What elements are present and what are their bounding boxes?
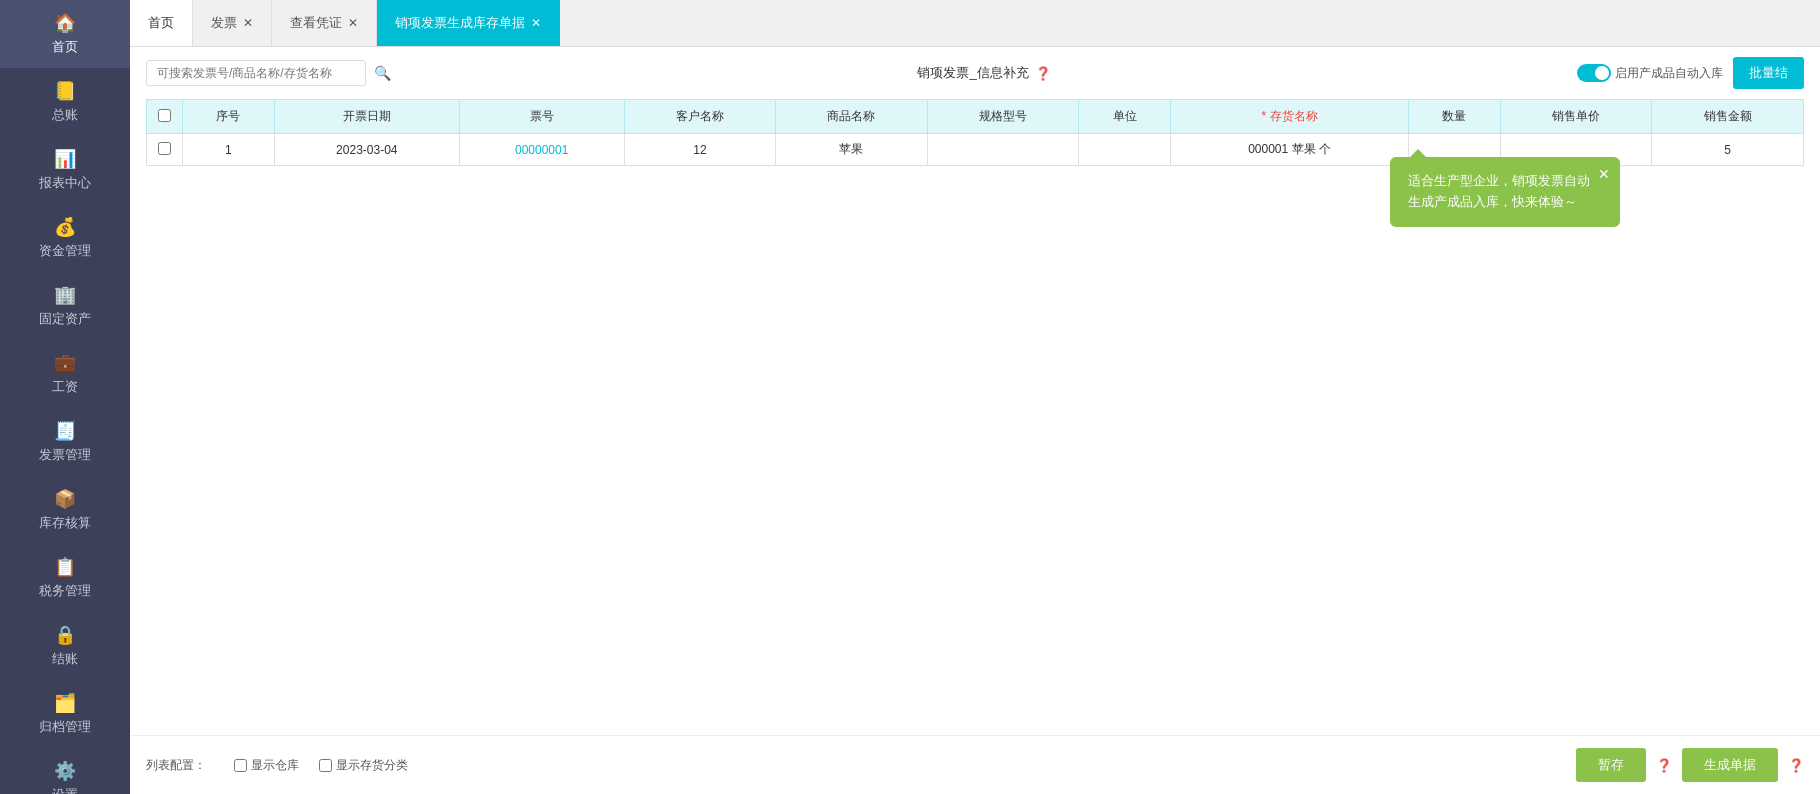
- row-unit: [1079, 134, 1171, 166]
- tooltip-popup: ✕ 适合生产型企业，销项发票自动生成产成品入库，快来体验～: [1390, 157, 1620, 227]
- tab-home[interactable]: 首页: [130, 0, 193, 46]
- sidebar-item-invoice[interactable]: 🧾 发票管理: [0, 408, 130, 476]
- row-amount: 5: [1652, 134, 1804, 166]
- tab-invoice[interactable]: 发票 ✕: [193, 0, 272, 46]
- header-qty: 数量: [1408, 100, 1500, 134]
- home-icon: 🏠: [54, 12, 76, 34]
- tab-voucher[interactable]: 查看凭证 ✕: [272, 0, 377, 46]
- row-date: 2023-03-04: [274, 134, 459, 166]
- sidebar-item-tax[interactable]: 📋 税务管理: [0, 544, 130, 612]
- tab-bar: 首页 发票 ✕ 查看凭证 ✕ 销项发票生成库存单据 ✕: [130, 0, 1820, 47]
- bottom-bar: 列表配置： 显示仓库 显示存货分类 暂存 ❓ 生成单据 ❓: [130, 735, 1820, 794]
- header-amount: 销售金额: [1652, 100, 1804, 134]
- show-warehouse-checkbox[interactable]: [234, 759, 247, 772]
- header-unit: 单位: [1079, 100, 1171, 134]
- row-ticket-no[interactable]: 00000001: [459, 134, 624, 166]
- row-stock-name: 000001 苹果 个: [1171, 134, 1409, 166]
- header-ticket-no: 票号: [459, 100, 624, 134]
- tooltip-close-icon[interactable]: ✕: [1598, 163, 1610, 185]
- tax-icon: 📋: [54, 556, 76, 578]
- row-checkbox[interactable]: [158, 142, 171, 155]
- tab-cancel-invoice-close-icon[interactable]: ✕: [531, 16, 541, 30]
- sidebar-item-ledger[interactable]: 📒 总账: [0, 68, 130, 136]
- sidebar-item-report[interactable]: 📊 报表中心: [0, 136, 130, 204]
- show-warehouse-checkbox-label[interactable]: 显示仓库: [234, 757, 299, 774]
- header-stock-name: * 存货名称: [1171, 100, 1409, 134]
- auto-stock-toggle[interactable]: [1577, 64, 1611, 82]
- bottom-actions: 暂存 ❓ 生成单据 ❓: [1576, 748, 1804, 782]
- header-customer: 客户名称: [624, 100, 776, 134]
- toolbar: 🔍 销项发票_信息补充 ❓ 启用产成品自动入库 批量结: [130, 47, 1820, 99]
- invoice-icon: 🧾: [54, 420, 76, 442]
- assets-icon: 🏢: [54, 284, 76, 306]
- toolbar-left: 🔍: [146, 60, 391, 86]
- row-checkbox-cell: [147, 134, 183, 166]
- funds-icon: 💰: [54, 216, 76, 238]
- sidebar-item-home[interactable]: 🏠 首页: [0, 0, 130, 68]
- ledger-icon: 📒: [54, 80, 76, 102]
- close-acct-icon: 🔒: [54, 624, 76, 646]
- row-goods: 苹果: [776, 134, 928, 166]
- sidebar-item-settings[interactable]: ⚙️ 设置: [0, 748, 130, 794]
- header-goods: 商品名称: [776, 100, 928, 134]
- data-table: 序号 开票日期 票号 客户名称 商品名称 规格型号 单位 * 存货名称 数量 销…: [146, 99, 1804, 166]
- page-content: 🔍 销项发票_信息补充 ❓ 启用产成品自动入库 批量结: [130, 47, 1820, 794]
- tab-voucher-close-icon[interactable]: ✕: [348, 16, 358, 30]
- sidebar-item-assets[interactable]: 🏢 固定资产: [0, 272, 130, 340]
- search-input[interactable]: [146, 60, 366, 86]
- show-category-checkbox-label[interactable]: 显示存货分类: [319, 757, 408, 774]
- row-seq: 1: [183, 134, 275, 166]
- toolbar-right: 启用产成品自动入库 批量结: [1577, 57, 1804, 89]
- select-all-checkbox[interactable]: [158, 109, 171, 122]
- settings-icon: ⚙️: [54, 760, 76, 782]
- sidebar-item-stock[interactable]: 📦 库存核算: [0, 476, 130, 544]
- row-spec: [927, 134, 1079, 166]
- header-date: 开票日期: [274, 100, 459, 134]
- batch-button[interactable]: 批量结: [1733, 57, 1804, 89]
- tab-invoice-close-icon[interactable]: ✕: [243, 16, 253, 30]
- table-header-row: 序号 开票日期 票号 客户名称 商品名称 规格型号 单位 * 存货名称 数量 销…: [147, 100, 1804, 134]
- header-spec: 规格型号: [927, 100, 1079, 134]
- report-icon: 📊: [54, 148, 76, 170]
- save-help-icon[interactable]: ❓: [1656, 758, 1672, 773]
- generate-button[interactable]: 生成单据: [1682, 748, 1778, 782]
- header-seq: 序号: [183, 100, 275, 134]
- info-label-area: 销项发票_信息补充 ❓: [917, 64, 1050, 82]
- info-help-icon[interactable]: ❓: [1035, 66, 1051, 81]
- save-button[interactable]: 暂存: [1576, 748, 1646, 782]
- search-icon[interactable]: 🔍: [374, 65, 391, 81]
- sidebar-item-salary[interactable]: 💼 工资: [0, 340, 130, 408]
- header-unit-price: 销售单价: [1500, 100, 1652, 134]
- main-content: 首页 发票 ✕ 查看凭证 ✕ 销项发票生成库存单据 ✕ 🔍 销项发票_信息补充 …: [130, 0, 1820, 794]
- archive-icon: 🗂️: [54, 692, 76, 714]
- tab-cancel-invoice[interactable]: 销项发票生成库存单据 ✕: [377, 0, 560, 46]
- stock-icon: 📦: [54, 488, 76, 510]
- sidebar: 🏠 首页 📒 总账 📊 报表中心 💰 资金管理 🏢 固定资产 💼 工资 🧾 发票…: [0, 0, 130, 794]
- auto-stock-toggle-area: 启用产成品自动入库: [1577, 64, 1723, 82]
- header-checkbox-col: [147, 100, 183, 134]
- sidebar-item-funds[interactable]: 💰 资金管理: [0, 204, 130, 272]
- sidebar-item-close[interactable]: 🔒 结账: [0, 612, 130, 680]
- salary-icon: 💼: [54, 352, 76, 374]
- show-category-checkbox[interactable]: [319, 759, 332, 772]
- row-customer: 12: [624, 134, 776, 166]
- generate-help-icon[interactable]: ❓: [1788, 758, 1804, 773]
- sidebar-item-archive[interactable]: 🗂️ 归档管理: [0, 680, 130, 748]
